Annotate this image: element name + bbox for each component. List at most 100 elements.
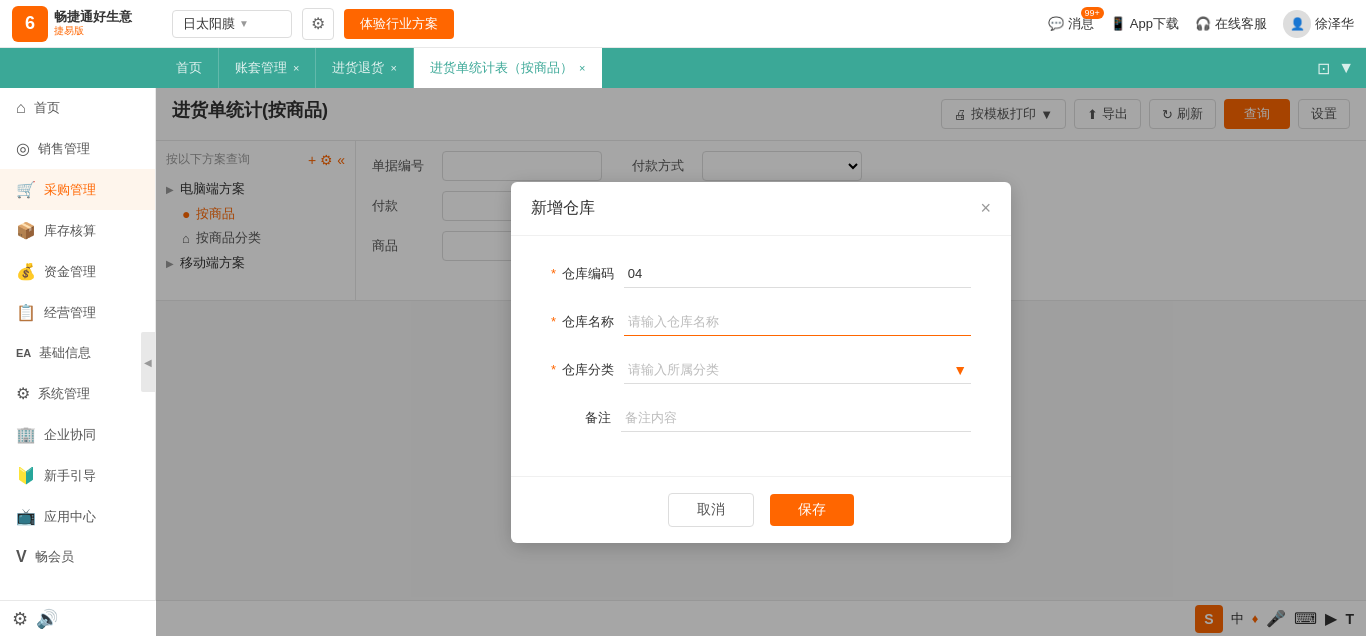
sidebar-item-enterprise[interactable]: 🏢 企业协同	[0, 414, 155, 455]
app-logo-icon: 6	[12, 6, 48, 42]
app-download-label: App下载	[1130, 15, 1179, 33]
form-name-label: * 仓库名称	[551, 313, 624, 331]
sales-icon: ◎	[16, 139, 30, 158]
sidebar-item-sales[interactable]: ◎ 销售管理	[0, 128, 155, 169]
sidebar-item-inventory[interactable]: 📦 库存核算	[0, 210, 155, 251]
sidebar-item-finance[interactable]: 💰 资金管理	[0, 251, 155, 292]
form-row-code: * 仓库编码	[551, 260, 971, 288]
tab-home[interactable]: 首页	[160, 48, 219, 88]
settings-button[interactable]: ⚙	[302, 8, 334, 40]
guide-icon: 🔰	[16, 466, 36, 485]
store-selector[interactable]: 日太阳膜 ▼	[172, 10, 292, 38]
top-header: 6 畅捷通好生意 捷易版 日太阳膜 ▼ ⚙ 体验行业方案 💬 消息 99+ 📱 …	[0, 0, 1366, 48]
modal-overlay: 新增仓库 × * 仓库编码 *	[156, 88, 1366, 636]
sidebar-inventory-label: 库存核算	[44, 222, 96, 240]
main-layout: ⌂ 首页 ◎ 销售管理 🛒 采购管理 📦 库存核算 💰 资金管理 📋 经营管理 …	[0, 88, 1366, 636]
app-download-button[interactable]: 📱 App下载	[1110, 15, 1179, 33]
tab-purchase-return[interactable]: 进货退货 ×	[316, 48, 413, 88]
sidebar-basic-label: 基础信息	[39, 344, 91, 362]
sidebar-operations-label: 经营管理	[44, 304, 96, 322]
warehouse-category-input[interactable]	[624, 356, 971, 384]
sidebar-sales-label: 销售管理	[38, 140, 90, 158]
warehouse-note-input[interactable]	[621, 404, 971, 432]
enterprise-icon: 🏢	[16, 425, 36, 444]
avatar: 👤	[1283, 10, 1311, 38]
warehouse-name-input[interactable]	[624, 308, 971, 336]
sidebar-enterprise-label: 企业协同	[44, 426, 96, 444]
online-service-label: 在线客服	[1215, 15, 1267, 33]
sidebar-item-app-center[interactable]: 📺 应用中心	[0, 496, 155, 537]
app-center-icon: 📺	[16, 507, 36, 526]
mobile-icon: 📱	[1110, 16, 1126, 31]
message-icon: 💬	[1048, 16, 1064, 31]
message-button[interactable]: 💬 消息 99+	[1048, 15, 1094, 33]
tab-purchase-return-close[interactable]: ×	[390, 62, 396, 74]
modal-header: 新增仓库 ×	[511, 182, 1011, 236]
sidebar-guide-label: 新手引导	[44, 467, 96, 485]
tab-purchase-return-label: 进货退货	[332, 59, 384, 77]
user-name: 徐泽华	[1315, 15, 1354, 33]
sidebar-item-guide[interactable]: 🔰 新手引导	[0, 455, 155, 496]
form-note-label: 备注	[551, 409, 621, 427]
bottom-left: ⚙ 🔊	[12, 608, 58, 630]
form-row-note: 备注	[551, 404, 971, 432]
tab-accounts[interactable]: 账套管理 ×	[219, 48, 316, 88]
form-row-category: * 仓库分类 ▼	[551, 356, 971, 384]
save-button[interactable]: 保存	[770, 494, 854, 526]
store-name: 日太阳膜	[183, 15, 235, 33]
modal-close-button[interactable]: ×	[980, 199, 991, 217]
add-warehouse-modal: 新增仓库 × * 仓库编码 *	[511, 182, 1011, 543]
inventory-icon: 📦	[16, 221, 36, 240]
tab-purchase-stats-close[interactable]: ×	[579, 62, 585, 74]
tab-accounts-label: 账套管理	[235, 59, 287, 77]
sidebar-system-label: 系统管理	[38, 385, 90, 403]
bottom-volume-icon[interactable]: 🔊	[36, 608, 58, 630]
basic-icon: EA	[16, 347, 31, 359]
sidebar-item-purchase[interactable]: 🛒 采购管理	[0, 169, 155, 210]
trial-button[interactable]: 体验行业方案	[344, 9, 454, 39]
form-category-label: * 仓库分类	[551, 361, 624, 379]
sidebar-item-basic[interactable]: EA 基础信息	[0, 333, 155, 373]
collapse-icon: ◀	[144, 357, 152, 368]
sidebar-collapse-btn[interactable]: ◀	[141, 332, 155, 392]
app-name: 畅捷通好生意	[54, 9, 132, 25]
tab-home-label: 首页	[176, 59, 202, 77]
category-dropdown-icon: ▼	[953, 362, 967, 378]
message-badge: 99+	[1081, 7, 1104, 19]
bottom-settings-icon[interactable]: ⚙	[12, 608, 28, 630]
sidebar-item-operations[interactable]: 📋 经营管理	[0, 292, 155, 333]
tab-menu-btn[interactable]: ▼	[1334, 59, 1358, 77]
modal-footer: 取消 保存	[511, 476, 1011, 543]
tab-purchase-stats[interactable]: 进货单统计表（按商品） ×	[414, 48, 602, 88]
warehouse-code-input[interactable]	[624, 260, 971, 288]
logo-area: 6 畅捷通好生意 捷易版	[12, 6, 162, 42]
home-icon: ⌂	[16, 99, 26, 117]
content-area: 进货单统计(按商品) 🖨 按模板打印 ▼ ⬆ 导出 ↻ 刷新 查询 设置	[156, 88, 1366, 636]
sidebar: ⌂ 首页 ◎ 销售管理 🛒 采购管理 📦 库存核算 💰 资金管理 📋 经营管理 …	[0, 88, 156, 636]
header-right: 💬 消息 99+ 📱 App下载 🎧 在线客服 👤 徐泽华	[1048, 10, 1354, 38]
warehouse-category-select-row: ▼	[624, 356, 971, 384]
purchase-icon: 🛒	[16, 180, 36, 199]
tab-accounts-close[interactable]: ×	[293, 62, 299, 74]
cancel-button[interactable]: 取消	[668, 493, 754, 527]
store-dropdown-icon: ▼	[239, 18, 249, 29]
sidebar-item-home[interactable]: ⌂ 首页	[0, 88, 155, 128]
tab-bar: 首页 账套管理 × 进货退货 × 进货单统计表（按商品） × ⊡ ▼	[0, 48, 1366, 88]
modal-title: 新增仓库	[531, 198, 595, 219]
modal-body: * 仓库编码 * 仓库名称	[511, 236, 1011, 476]
tab-purchase-stats-label: 进货单统计表（按商品）	[430, 59, 573, 77]
finance-icon: 💰	[16, 262, 36, 281]
sidebar-app-center-label: 应用中心	[44, 508, 96, 526]
online-service-button[interactable]: 🎧 在线客服	[1195, 15, 1267, 33]
tab-restore-btn[interactable]: ⊡	[1313, 59, 1334, 78]
operations-icon: 📋	[16, 303, 36, 322]
form-code-label: * 仓库编码	[551, 265, 624, 283]
sidebar-item-system[interactable]: ⚙ 系统管理	[0, 373, 155, 414]
form-row-name: * 仓库名称	[551, 308, 971, 336]
sidebar-vip-label: 畅会员	[35, 548, 74, 566]
system-icon: ⚙	[16, 384, 30, 403]
sidebar-finance-label: 资金管理	[44, 263, 96, 281]
sidebar-item-vip[interactable]: V 畅会员	[0, 537, 155, 577]
user-profile-button[interactable]: 👤 徐泽华	[1283, 10, 1354, 38]
tab-controls: ⊡ ▼	[1313, 59, 1366, 78]
